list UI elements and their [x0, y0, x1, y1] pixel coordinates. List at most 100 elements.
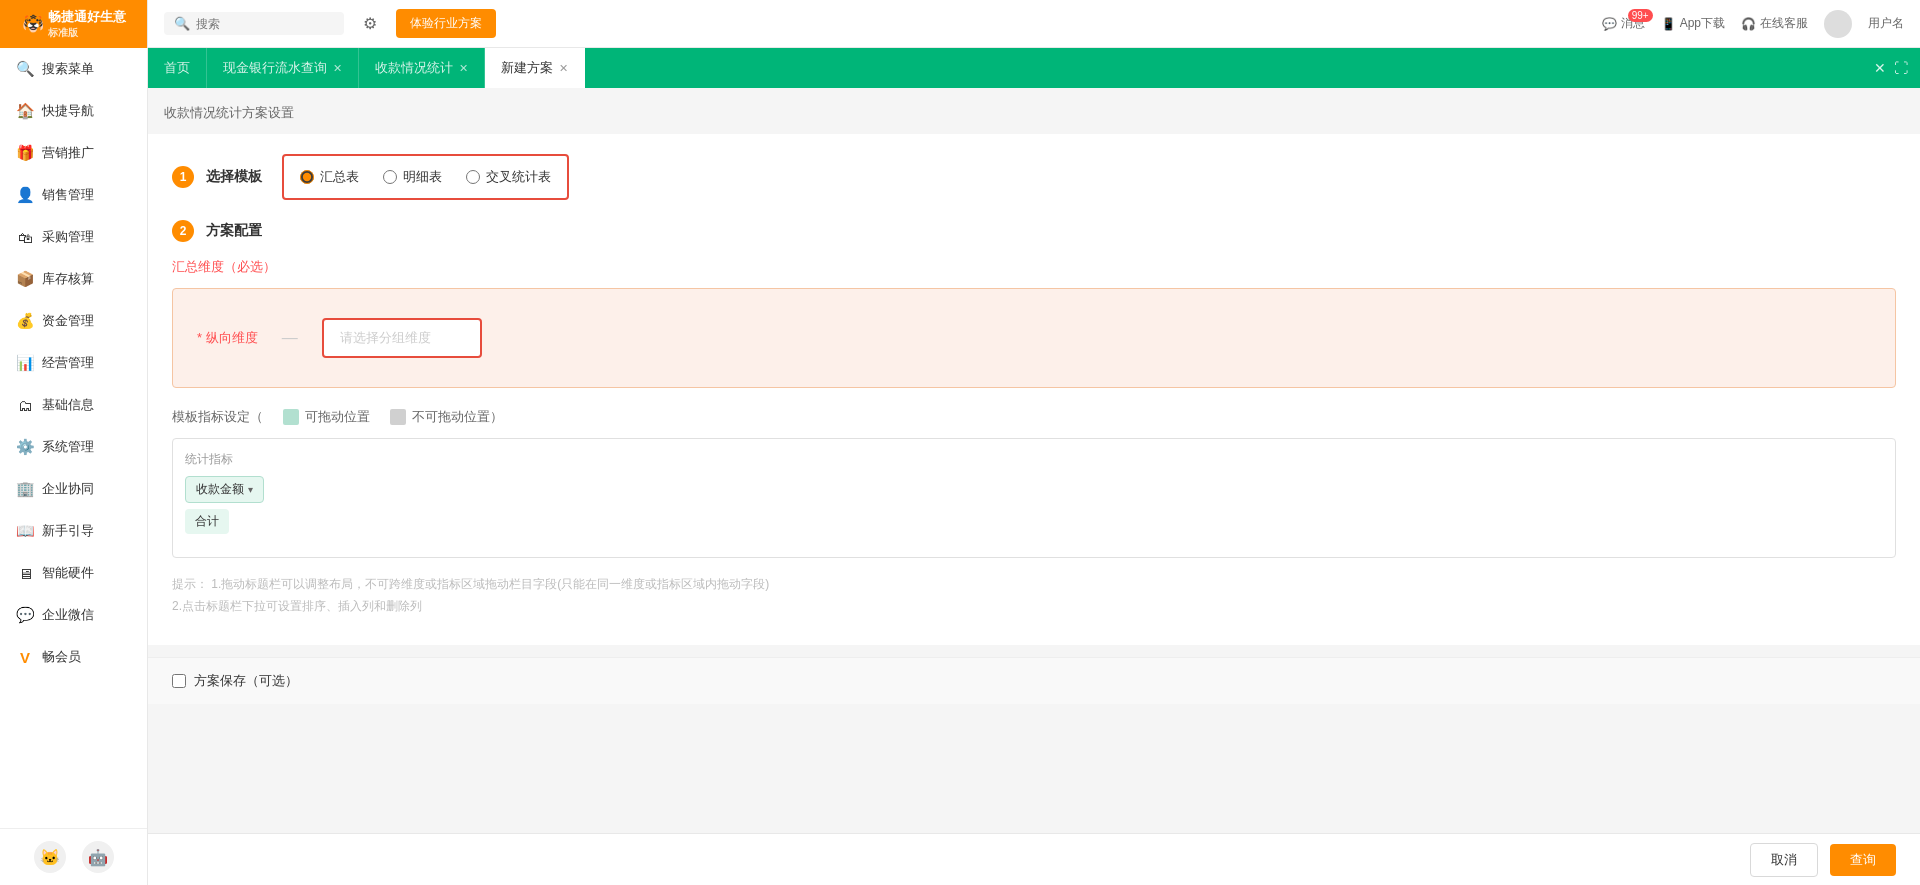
app-name: 畅捷通好生意	[48, 8, 126, 26]
sidebar-item-system[interactable]: ⚙️ 系统管理	[0, 426, 147, 468]
sidebar-item-label: 基础信息	[42, 396, 94, 414]
tab-home[interactable]: 首页	[148, 48, 207, 88]
support-item[interactable]: 🎧 在线客服	[1741, 15, 1808, 32]
gift-icon: 🎁	[16, 144, 34, 162]
step1-row: 1 选择模板 汇总表 明细表 交叉统计表	[172, 154, 1896, 200]
search-box[interactable]: 🔍	[164, 12, 344, 35]
sidebar-item-label: 企业协同	[42, 480, 94, 498]
tab-actions: ✕ ⛶	[1874, 60, 1920, 76]
movable-label: 可拖动位置	[305, 408, 370, 426]
metrics-header: 模板指标设定（ 可拖动位置 不可拖动位置）	[172, 408, 1896, 426]
step1-label: 选择模板	[206, 168, 262, 186]
radio-cross[interactable]: 交叉统计表	[466, 168, 551, 186]
tab-collection-stats-label: 收款情况统计	[375, 59, 453, 77]
app-version: 标准版	[48, 26, 126, 40]
template-selection-box: 汇总表 明细表 交叉统计表	[282, 154, 569, 200]
movable-dot	[283, 409, 299, 425]
sidebar-item-label: 资金管理	[42, 312, 94, 330]
home-icon: 🏠	[16, 102, 34, 120]
sidebar-item-enterprise[interactable]: 🏢 企业协同	[0, 468, 147, 510]
support-label: 在线客服	[1760, 15, 1808, 32]
chevron-down-icon: ▾	[248, 484, 253, 495]
folder-icon: 🗂	[16, 396, 34, 414]
tab-collection-stats[interactable]: 收款情况统计 ✕	[359, 48, 485, 88]
sidebar-item-hardware[interactable]: 🖥 智能硬件	[0, 552, 147, 594]
topbar: 🔍 ⚙ 体验行业方案 💬 消息 99+ 📱 App下载 🎧 在线客服 用户名	[148, 0, 1920, 48]
tab-new-plan[interactable]: 新建方案 ✕	[485, 48, 585, 88]
close-icon[interactable]: ✕	[559, 62, 568, 75]
close-icon[interactable]: ✕	[459, 62, 468, 75]
sidebar-item-label: 系统管理	[42, 438, 94, 456]
radio-detail[interactable]: 明细表	[383, 168, 442, 186]
sidebar-item-label: 新手引导	[42, 522, 94, 540]
sidebar-item-marketing[interactable]: 🎁 营销推广	[0, 132, 147, 174]
dimension-placeholder: 请选择分组维度	[340, 329, 431, 347]
dimension-select[interactable]: 请选择分组维度	[322, 318, 482, 358]
sidebar-item-basic-info[interactable]: 🗂 基础信息	[0, 384, 147, 426]
save-section: 方案保存（可选）	[148, 657, 1920, 704]
sidebar-item-quick-nav[interactable]: 🏠 快捷导航	[0, 90, 147, 132]
tab-bank-flow-label: 现金银行流水查询	[223, 59, 327, 77]
step1-circle: 1	[172, 166, 194, 188]
maximize-window-button[interactable]: ⛶	[1894, 60, 1908, 76]
industry-plan-button[interactable]: 体验行业方案	[396, 9, 496, 38]
metric-subtag-total: 合计	[185, 509, 229, 534]
tabbar: 首页 现金银行流水查询 ✕ 收款情况统计 ✕ 新建方案 ✕ ✕ ⛶	[148, 48, 1920, 88]
fixed-dot	[390, 409, 406, 425]
sidebar-icon-1[interactable]: 🐱	[34, 841, 66, 873]
search-input[interactable]	[196, 17, 316, 31]
radio-cross-label: 交叉统计表	[486, 168, 551, 186]
sidebar-item-guide[interactable]: 📖 新手引导	[0, 510, 147, 552]
sidebar-item-wechat[interactable]: 💬 企业微信	[0, 594, 147, 636]
sidebar-item-label: 营销推广	[42, 144, 94, 162]
sidebar-item-member[interactable]: V 畅会员	[0, 636, 147, 678]
sidebar-item-sales[interactable]: 👤 销售管理	[0, 174, 147, 216]
settings-icon[interactable]: ⚙	[356, 10, 384, 38]
sidebar-item-search[interactable]: 🔍 搜索菜单	[0, 48, 147, 90]
tips-section: 提示： 1.拖动标题栏可以调整布局，不可跨维度或指标区域拖动栏目字段(只能在同一…	[172, 574, 1896, 625]
tab-home-label: 首页	[164, 59, 190, 77]
sidebar-item-label: 快捷导航	[42, 102, 94, 120]
download-icon: 📱	[1661, 17, 1676, 31]
sidebar-item-purchase[interactable]: 🛍 采购管理	[0, 216, 147, 258]
close-icon[interactable]: ✕	[333, 62, 342, 75]
app-logo: 🐯 畅捷通好生意 标准版	[0, 0, 147, 48]
dimension-title: 汇总维度（必选）	[172, 258, 1896, 276]
radio-detail-label: 明细表	[403, 168, 442, 186]
metric-tag-amount[interactable]: 收款金额 ▾	[185, 476, 264, 503]
radio-summary[interactable]: 汇总表	[300, 168, 359, 186]
notification-badge: 99+	[1628, 9, 1653, 22]
metric-tag-label: 收款金额	[196, 481, 244, 498]
save-label: 方案保存（可选）	[194, 672, 298, 690]
cancel-button[interactable]: 取消	[1750, 843, 1818, 877]
tab-bank-flow[interactable]: 现金银行流水查询 ✕	[207, 48, 359, 88]
sidebar-item-finance[interactable]: 💰 资金管理	[0, 300, 147, 342]
sidebar-footer: 🐱 🤖	[0, 828, 147, 885]
fixed-label: 不可拖动位置）	[412, 408, 503, 426]
dimension-area: * 纵向维度 — 请选择分组维度	[172, 288, 1896, 388]
gear-icon: ⚙️	[16, 438, 34, 456]
query-button[interactable]: 查询	[1830, 844, 1896, 876]
monitor-icon: 🖥	[16, 564, 34, 582]
notification-item[interactable]: 💬 消息 99+	[1602, 15, 1645, 32]
avatar[interactable]	[1824, 10, 1852, 38]
tip-1: 提示： 1.拖动标题栏可以调整布局，不可跨维度或指标区域拖动栏目字段(只能在同一…	[172, 574, 1896, 596]
close-window-button[interactable]: ✕	[1874, 60, 1886, 76]
tip-2: 2.点击标题栏下拉可设置排序、插入列和删除列	[172, 596, 1896, 618]
radio-summary-input[interactable]	[300, 170, 314, 184]
save-checkbox[interactable]	[172, 674, 186, 688]
sidebar-item-label: 销售管理	[42, 186, 94, 204]
metrics-category-label: 统计指标	[185, 451, 1883, 468]
arrow-icon: —	[282, 329, 298, 347]
sidebar-item-inventory[interactable]: 📦 库存核算	[0, 258, 147, 300]
sidebar-icon-2[interactable]: 🤖	[82, 841, 114, 873]
download-item[interactable]: 📱 App下载	[1661, 15, 1725, 32]
metrics-box: 统计指标 收款金额 ▾ 合计	[172, 438, 1896, 558]
chat-icon: 💬	[16, 606, 34, 624]
radio-detail-input[interactable]	[383, 170, 397, 184]
username: 用户名	[1868, 15, 1904, 32]
radio-cross-input[interactable]	[466, 170, 480, 184]
money-icon: 💰	[16, 312, 34, 330]
sidebar-item-operations[interactable]: 📊 经营管理	[0, 342, 147, 384]
sidebar-item-label: 企业微信	[42, 606, 94, 624]
